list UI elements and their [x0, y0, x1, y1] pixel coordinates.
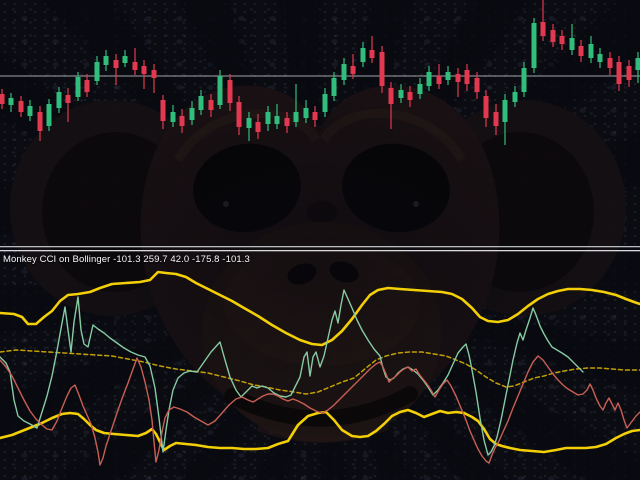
candle-body [464, 70, 470, 84]
candle-body [550, 30, 556, 42]
candle-body [141, 66, 147, 74]
candle-body [312, 112, 318, 120]
separator-line [0, 250, 640, 252]
candle-body [512, 92, 518, 102]
candle-body [331, 78, 337, 96]
candle-body [616, 62, 622, 84]
candle-body [274, 116, 280, 124]
candle-body [65, 95, 71, 103]
candle-body [483, 96, 489, 118]
price-panel[interactable] [0, 0, 640, 145]
candle-body [521, 68, 527, 92]
indicator-label: Monkey CCI on Bollinger -101.3 259.7 42.… [3, 254, 250, 265]
candle-body [597, 54, 603, 62]
candle-body [445, 72, 451, 80]
candle-body [303, 108, 309, 118]
candle-body [94, 62, 100, 81]
candle-body [341, 64, 347, 80]
candle-body [322, 94, 328, 112]
cci-red-line [0, 355, 640, 466]
candle-body [198, 96, 204, 110]
mt4-chart-window[interactable]: Monkey CCI on Bollinger -101.3 259.7 42.… [0, 0, 640, 480]
candle-body [426, 72, 432, 86]
indicator-lines-layer [0, 270, 640, 466]
candle-body [635, 58, 640, 70]
candle-body [151, 70, 157, 78]
candle-body [607, 58, 613, 68]
candle-body [189, 108, 195, 120]
candle-body [350, 66, 356, 74]
candle-body [122, 56, 128, 63]
candle-body [217, 76, 223, 105]
indicator-panel[interactable] [0, 270, 640, 466]
candle-body [398, 90, 404, 98]
candle-body [132, 62, 138, 70]
candle-body [626, 66, 632, 80]
candle-body [407, 92, 413, 100]
candles-layer [0, 0, 640, 145]
candle-body [103, 56, 109, 65]
bollinger-mid-dashed-line [0, 349, 640, 395]
candle-body [265, 112, 271, 124]
candle-body [75, 77, 81, 97]
candle-body [531, 23, 537, 68]
candle-body [56, 92, 62, 108]
candle-body [8, 98, 14, 105]
candle-body [170, 112, 176, 122]
candle-body [379, 52, 385, 86]
separator-line [0, 246, 640, 248]
candle-body [255, 122, 261, 132]
candle-body [474, 78, 480, 92]
candle-body [113, 60, 119, 68]
candle-body [84, 80, 90, 92]
candle-body [369, 50, 375, 58]
candle-body [227, 80, 233, 103]
cci-green-line [0, 289, 584, 456]
chart-layer[interactable] [0, 0, 640, 480]
candle-body [246, 118, 252, 128]
candle-body [559, 36, 565, 44]
candle-body [208, 100, 214, 110]
candle-body [236, 102, 242, 127]
candle-body [179, 116, 185, 126]
candle-body [417, 84, 423, 94]
candle-body [569, 38, 575, 50]
panel-separator[interactable] [0, 246, 640, 252]
candle-body [588, 44, 594, 58]
candle-body [18, 101, 24, 112]
candle-body [37, 112, 43, 131]
candle-body [493, 112, 499, 126]
candle-body [293, 112, 299, 122]
candle-body [578, 46, 584, 56]
candle-body [27, 106, 33, 116]
candle-body [502, 100, 508, 122]
candle-body [540, 22, 546, 36]
candle-body [0, 94, 5, 104]
candle-body [284, 118, 290, 126]
candle-body [46, 104, 52, 126]
candle-body [388, 88, 394, 104]
candle-body [455, 74, 461, 82]
candle-body [436, 76, 442, 84]
candle-body [160, 100, 166, 121]
candle-body [360, 48, 366, 62]
